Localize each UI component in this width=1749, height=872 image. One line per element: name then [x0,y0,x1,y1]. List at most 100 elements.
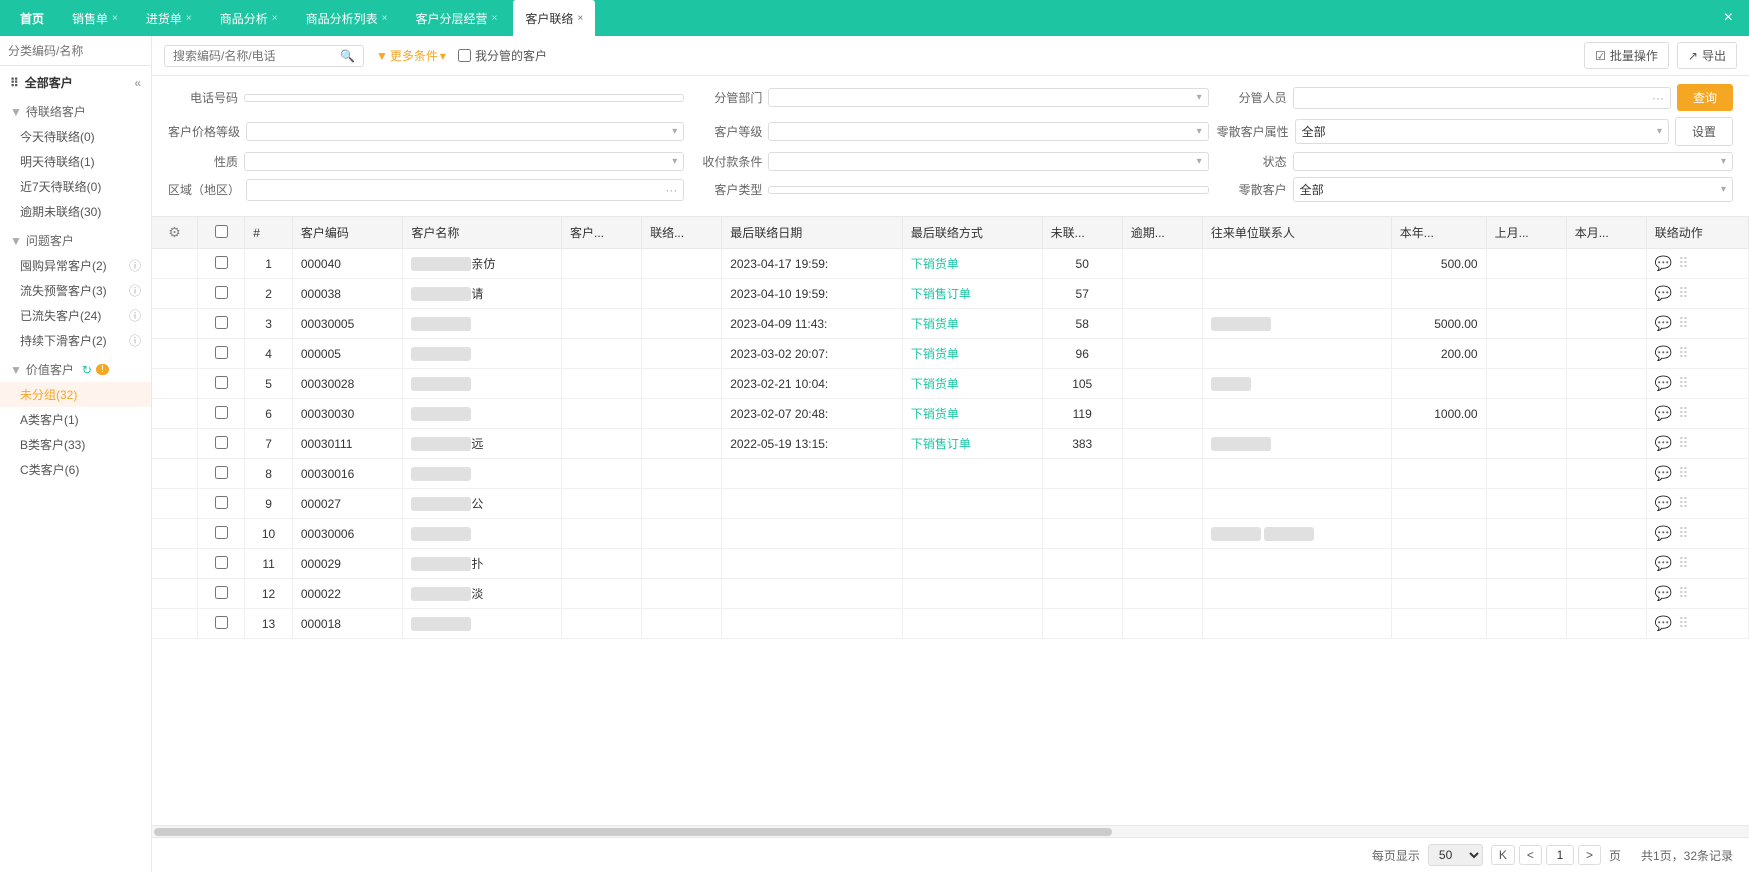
sidebar-item-7days[interactable]: 近7天待联络(0) [0,174,151,199]
phone-input[interactable] [244,94,684,102]
contact-way-link-3[interactable]: 下销货单 [911,347,959,361]
payment-select[interactable]: ▾ [768,152,1208,171]
tab-sales[interactable]: 销售单 × [60,0,130,36]
nature-select[interactable]: ▾ [244,152,684,171]
row-checkbox-3[interactable] [198,339,245,369]
prev-page-btn[interactable]: < [1519,845,1542,865]
tab-purchase[interactable]: 进货单 × [134,0,204,36]
contact-way-link-6[interactable]: 下销售订单 [911,437,971,451]
chat-icon-6[interactable]: 💬 [1655,435,1672,452]
row-checkbox-0[interactable] [198,249,245,279]
tab-customer-stratification[interactable]: 客户分层经营 × [403,0,509,36]
contact-way-link-2[interactable]: 下销货单 [911,317,959,331]
customer-level-select[interactable]: ▾ [768,122,1208,141]
row-checkbox-10[interactable] [198,549,245,579]
close-app-icon[interactable]: × [1716,5,1741,31]
close-sales-icon[interactable]: × [112,13,118,24]
tab-product-analysis-list[interactable]: 商品分析列表 × [294,0,400,36]
chat-icon-10[interactable]: 💬 [1655,555,1672,572]
row-checkbox-9[interactable] [198,519,245,549]
home-tab[interactable]: 首页 [8,0,56,36]
customer-type-input[interactable] [768,186,1208,194]
sidebar-item-churned[interactable]: 已流失客户(24) ⓘ [0,303,151,328]
row-checkbox-1[interactable] [198,279,245,309]
contact-way-link-0[interactable]: 下销货单 [911,257,959,271]
close-customer-stratification-icon[interactable]: × [491,13,497,24]
grid-action-icon-5[interactable]: ⠿ [1678,405,1688,422]
row-checkbox-4[interactable] [198,369,245,399]
next-page-btn[interactable]: > [1578,845,1601,865]
sidebar-item-b-class[interactable]: B类客户(33) [0,432,151,457]
manager-input[interactable]: ··· [1293,87,1671,109]
sidebar-item-today[interactable]: 今天待联络(0) [0,124,151,149]
grid-action-icon-0[interactable]: ⠿ [1678,255,1688,272]
tab-customer-contact[interactable]: 客户联络 × [513,0,595,36]
chat-icon-9[interactable]: 💬 [1655,525,1672,542]
refresh-icon[interactable]: ↻ [82,363,92,377]
row-last-way-1[interactable]: 下销售订单 [902,279,1042,309]
chat-icon-1[interactable]: 💬 [1655,285,1672,302]
row-last-way-7[interactable] [902,459,1042,489]
row-checkbox-input-6[interactable] [215,436,228,449]
row-checkbox-input-0[interactable] [215,256,228,269]
row-last-way-4[interactable]: 下销货单 [902,369,1042,399]
close-purchase-icon[interactable]: × [186,13,192,24]
select-all-checkbox[interactable] [215,225,228,238]
row-checkbox-6[interactable] [198,429,245,459]
chat-icon-3[interactable]: 💬 [1655,345,1672,362]
contact-way-link-1[interactable]: 下销售订单 [911,287,971,301]
th-settings[interactable]: ⚙ [152,217,198,249]
collapse-sidebar-icon[interactable]: « [134,76,141,90]
grid-action-icon-10[interactable]: ⠿ [1678,555,1688,572]
grid-action-icon-1[interactable]: ⠿ [1678,285,1688,302]
settings-icon[interactable]: ⚙ [168,224,181,240]
sidebar-item-a-class[interactable]: A类客户(1) [0,407,151,432]
chat-icon-0[interactable]: 💬 [1655,255,1672,272]
price-level-select[interactable]: ▾ [246,122,684,141]
row-last-way-2[interactable]: 下销货单 [902,309,1042,339]
sidebar-all-customers[interactable]: ⠿ 全部客户 « [0,66,151,99]
horizontal-scrollbar[interactable] [152,825,1749,837]
sidebar-item-declining[interactable]: 持续下滑客户(2) ⓘ [0,328,151,353]
row-checkbox-12[interactable] [198,609,245,639]
tab-product-analysis[interactable]: 商品分析 × [208,0,290,36]
contact-way-link-5[interactable]: 下销货单 [911,407,959,421]
grid-action-icon-4[interactable]: ⠿ [1678,375,1688,392]
grid-action-icon-11[interactable]: ⠿ [1678,585,1688,602]
row-last-way-10[interactable] [902,549,1042,579]
chat-icon-12[interactable]: 💬 [1655,615,1672,632]
row-last-way-3[interactable]: 下销货单 [902,339,1042,369]
grid-action-icon-2[interactable]: ⠿ [1678,315,1688,332]
row-checkbox-input-8[interactable] [215,496,228,509]
row-last-way-12[interactable] [902,609,1042,639]
status-select[interactable]: ▾ [1293,152,1733,171]
per-page-select[interactable]: 50 100 200 [1428,844,1483,866]
row-last-way-8[interactable] [902,489,1042,519]
scroll-thumb[interactable] [154,828,1112,836]
grid-action-icon-7[interactable]: ⠿ [1678,465,1688,482]
first-page-btn[interactable]: K [1491,845,1515,865]
sidebar-item-ungroup[interactable]: 未分组(32) [0,382,151,407]
export-btn[interactable]: ↗ 导出 [1677,42,1737,69]
row-checkbox-input-4[interactable] [215,376,228,389]
row-checkbox-5[interactable] [198,399,245,429]
mine-filter[interactable]: 我分管的客户 [458,47,547,64]
sidebar-item-c-class[interactable]: C类客户(6) [0,457,151,482]
row-last-way-11[interactable] [902,579,1042,609]
row-checkbox-8[interactable] [198,489,245,519]
row-checkbox-input-9[interactable] [215,526,228,539]
dept-select[interactable]: ▾ [768,88,1208,107]
row-checkbox-2[interactable] [198,309,245,339]
row-checkbox-input-2[interactable] [215,316,228,329]
chat-icon-11[interactable]: 💬 [1655,585,1672,602]
region-input[interactable]: ··· [246,179,684,201]
chat-icon-4[interactable]: 💬 [1655,375,1672,392]
row-last-way-5[interactable]: 下销货单 [902,399,1042,429]
chat-icon-5[interactable]: 💬 [1655,405,1672,422]
row-checkbox-input-1[interactable] [215,286,228,299]
row-last-way-0[interactable]: 下销货单 [902,249,1042,279]
contact-way-link-4[interactable]: 下销货单 [911,377,959,391]
row-checkbox-input-5[interactable] [215,406,228,419]
row-checkbox-input-7[interactable] [215,466,228,479]
row-checkbox-input-11[interactable] [215,586,228,599]
